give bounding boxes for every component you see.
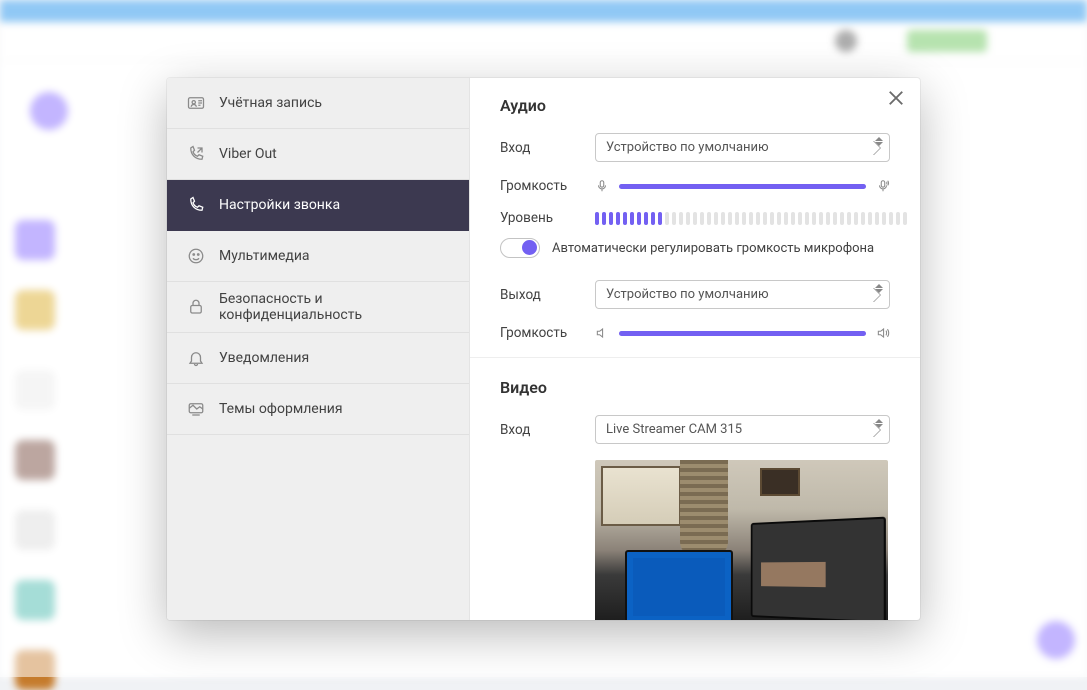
- mic-volume-label: Громкость: [500, 178, 595, 194]
- nav-label: Уведомления: [219, 350, 309, 366]
- lock-icon: [187, 298, 205, 316]
- mic-level-label: Уровень: [500, 210, 595, 226]
- speaker-low-icon: [595, 326, 609, 340]
- video-input-label: Вход: [500, 422, 595, 438]
- nav-label: Безопасность и конфиденциальность: [219, 291, 449, 323]
- settings-modal: Учётная запись Viber Out Настройки звонк…: [167, 78, 920, 620]
- nav-item-account[interactable]: Учётная запись: [167, 78, 469, 129]
- video-preview: [595, 460, 888, 620]
- settings-nav: Учётная запись Viber Out Настройки звонк…: [167, 78, 470, 620]
- audio-output-select[interactable]: Устройство по умолчанию: [595, 280, 890, 309]
- auto-gain-label: Автоматически регулировать громкость мик…: [552, 241, 874, 256]
- speaker-volume-label: Громкость: [500, 325, 595, 341]
- settings-content: Аудио Вход Устройство по умолчанию Громк…: [470, 78, 920, 620]
- nav-item-call-settings[interactable]: Настройки звонка: [167, 180, 469, 231]
- video-input-select[interactable]: Live Streamer CAM 315: [595, 415, 890, 444]
- auto-gain-toggle[interactable]: [500, 238, 540, 258]
- audio-input-device: Устройство по умолчанию: [606, 140, 769, 155]
- bell-icon: [187, 349, 205, 367]
- nav-label: Viber Out: [219, 146, 277, 162]
- theme-icon: [187, 400, 205, 418]
- nav-item-viber-out[interactable]: Viber Out: [167, 129, 469, 180]
- audio-output-label: Выход: [500, 287, 595, 303]
- mic-volume-slider[interactable]: [619, 184, 866, 189]
- section-divider: [470, 357, 920, 358]
- id-card-icon: [187, 94, 205, 112]
- audio-input-label: Вход: [500, 140, 595, 156]
- nav-label: Учётная запись: [219, 95, 322, 111]
- mic-low-icon: [595, 179, 609, 193]
- phone-settings-icon: [187, 196, 205, 214]
- audio-section-title: Аудио: [500, 96, 890, 115]
- audio-output-device: Устройство по умолчанию: [606, 287, 769, 302]
- nav-item-security[interactable]: Безопасность и конфиденциальность: [167, 282, 469, 333]
- image-icon: [187, 247, 205, 265]
- phone-out-icon: [187, 145, 205, 163]
- nav-label: Настройки звонка: [219, 197, 340, 213]
- video-input-device: Live Streamer CAM 315: [606, 422, 742, 437]
- mic-high-icon: [876, 179, 890, 193]
- nav-label: Темы оформления: [219, 401, 343, 417]
- close-icon[interactable]: [886, 88, 906, 108]
- nav-item-multimedia[interactable]: Мультимедиа: [167, 231, 469, 282]
- speaker-volume-slider[interactable]: [619, 331, 866, 336]
- nav-item-themes[interactable]: Темы оформления: [167, 384, 469, 435]
- speaker-high-icon: [876, 326, 890, 340]
- audio-input-select[interactable]: Устройство по умолчанию: [595, 133, 890, 162]
- mic-level-meter: [595, 212, 907, 225]
- nav-item-notifications[interactable]: Уведомления: [167, 333, 469, 384]
- nav-label: Мультимедиа: [219, 248, 310, 264]
- video-section-title: Видео: [500, 378, 890, 397]
